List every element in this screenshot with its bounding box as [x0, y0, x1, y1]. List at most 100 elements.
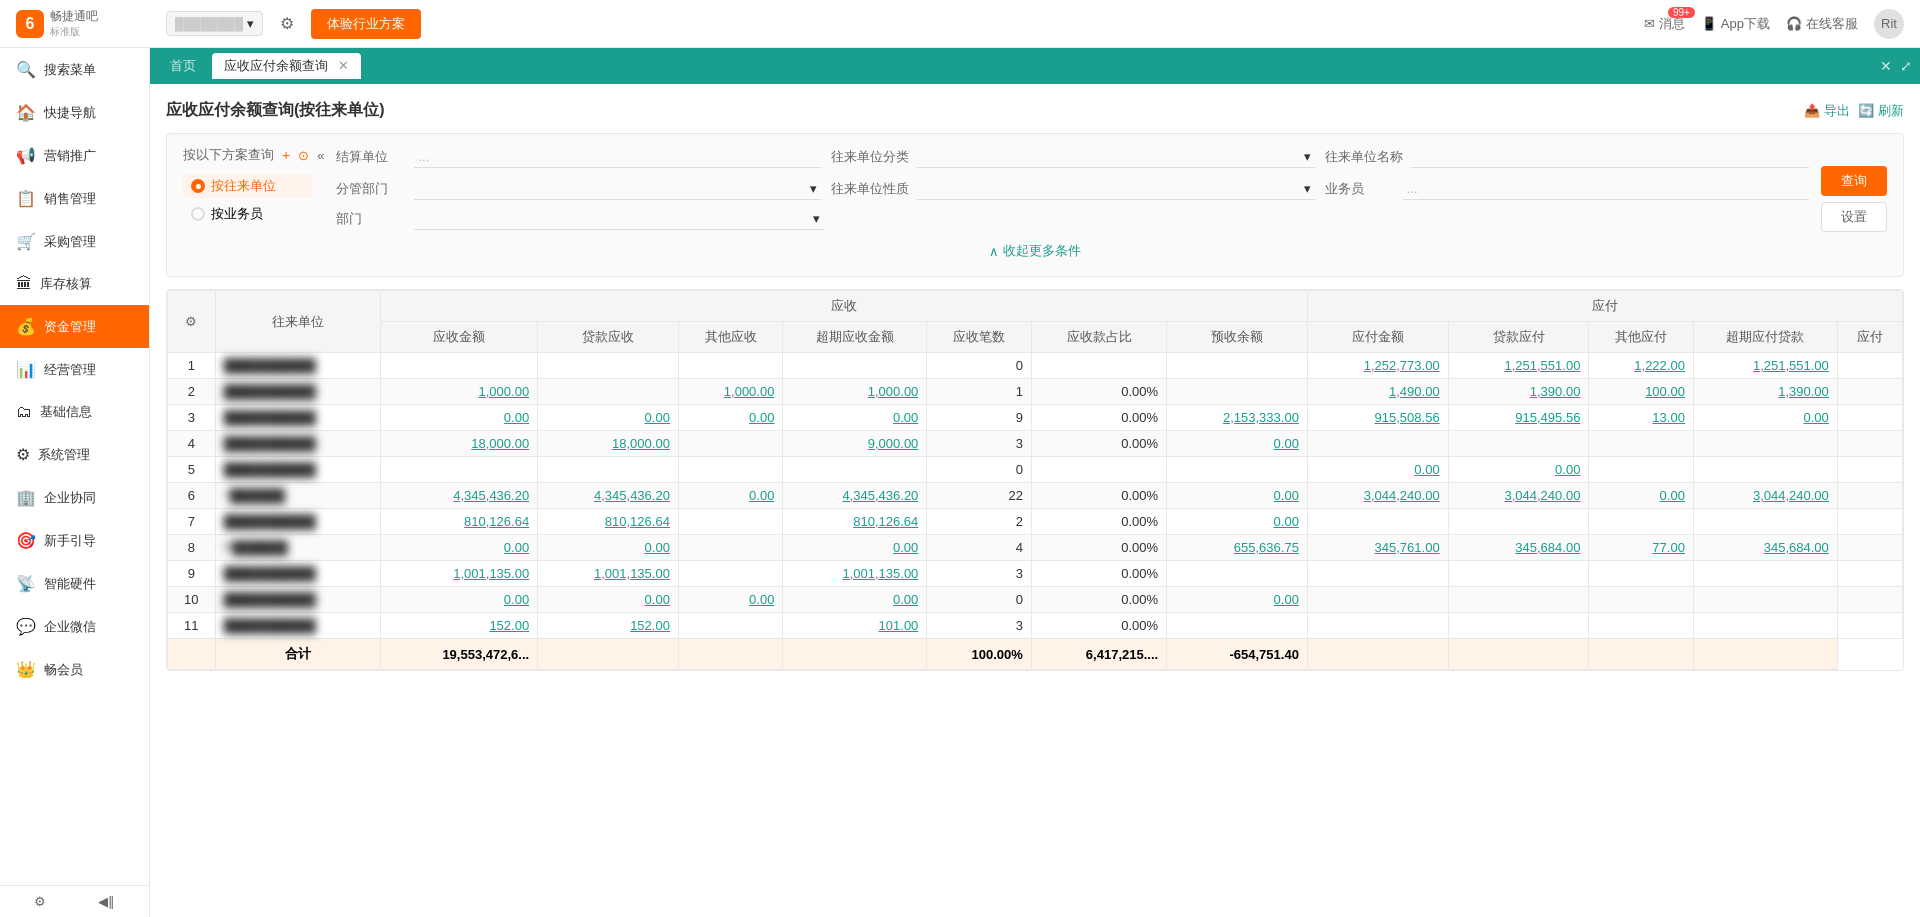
wechat-icon: 💬	[16, 617, 36, 636]
gear-icon[interactable]: ⚙	[271, 8, 303, 40]
filter-salesperson-input[interactable]: ...	[1403, 178, 1809, 200]
filter-unit-nature-select[interactable]: ▾	[917, 178, 1315, 200]
sidebar-item-operation[interactable]: 📊 经营管理	[0, 348, 149, 391]
logo-badge: 标准版	[50, 25, 98, 39]
filter-add-icon[interactable]: +	[282, 147, 290, 163]
window-expand-icon[interactable]: ⤢	[1900, 58, 1912, 74]
sidebar-item-basic[interactable]: 🗂 基础信息	[0, 391, 149, 433]
sidebar-label-finance: 资金管理	[44, 318, 96, 336]
logo-icon: 6	[16, 10, 44, 38]
footer-empty4	[783, 639, 927, 670]
sidebar-label-search-menu: 搜索菜单	[44, 61, 96, 79]
service-label: 在线客服	[1806, 15, 1858, 33]
unit-name-cell: ██████████	[215, 379, 380, 405]
col-prepay: 预收余额	[1167, 322, 1308, 353]
collapse-row: ∧ 收起更多条件	[183, 238, 1887, 264]
filter-header: 按以下方案查询 + ⊙ «	[183, 146, 324, 164]
filter-label-unit-nature: 往来单位性质	[831, 180, 909, 198]
guide-icon: 🎯	[16, 531, 36, 550]
filter-collapse-icon[interactable]: «	[317, 148, 324, 163]
sidebar-item-finance[interactable]: 💰 资金管理	[0, 305, 149, 348]
table-gear-icon[interactable]: ⚙	[176, 314, 207, 329]
filter-settlement-input[interactable]: ...	[414, 146, 820, 168]
set-button[interactable]: 设置	[1821, 202, 1887, 232]
sidebar-label-guide: 新手引导	[44, 532, 96, 550]
export-button[interactable]: 📤 导出	[1804, 102, 1850, 120]
sidebar-item-guide[interactable]: 🎯 新手引导	[0, 519, 149, 562]
footer-label: 合计	[215, 639, 380, 670]
basic-icon: 🗂	[16, 403, 32, 421]
table-row: 1██████████01,252,773.001,251,551.001,22…	[168, 353, 1903, 379]
filter-department-select[interactable]: ▾	[414, 208, 824, 230]
col-header-unit: 往来单位	[215, 291, 380, 353]
system-icon: ⚙	[16, 445, 30, 464]
logo-text: 畅捷通吧	[50, 8, 98, 25]
sidebar-label-purchase: 采购管理	[44, 233, 96, 251]
sidebar-item-sales[interactable]: 📋 销售管理	[0, 177, 149, 220]
unit-name-cell: ██████████	[215, 431, 380, 457]
sidebar-item-inventory[interactable]: 🏛 库存核算	[0, 263, 149, 305]
filter-row-unit-nature: 往来单位性质 ▾	[831, 178, 1315, 200]
footer-empty8	[1693, 639, 1837, 670]
sidebar-item-marketing[interactable]: 📢 营销推广	[0, 134, 149, 177]
app-download-button[interactable]: 📱 App下载	[1701, 15, 1770, 33]
filter-option-unit[interactable]: 按往来单位	[183, 174, 312, 198]
tab-ar-query[interactable]: 应收应付余额查询 ✕	[212, 53, 361, 79]
tab-home-label: 首页	[170, 58, 196, 73]
data-table: ⚙ 往来单位 应收 应付 应收金额 贷款应收 其他应收 超期应收金额 应收笔数 …	[167, 290, 1903, 670]
filter-settings-icon[interactable]: ⊙	[298, 148, 309, 163]
unit-name-cell: ██████████	[215, 509, 380, 535]
filter-row-department: 部门 ▾	[336, 208, 824, 230]
service-icon: 🎧	[1786, 16, 1802, 31]
filter-header-label: 按以下方案查询	[183, 146, 274, 164]
company-selector[interactable]: ████████ ▾	[166, 11, 263, 36]
solution-button[interactable]: 体验行业方案	[311, 9, 421, 39]
online-service-button[interactable]: 🎧 在线客服	[1786, 15, 1858, 33]
sidebar-item-purchase[interactable]: 🛒 采购管理	[0, 220, 149, 263]
sidebar-label-system: 系统管理	[38, 446, 90, 464]
refresh-button[interactable]: 🔄 刷新	[1858, 102, 1904, 120]
avatar[interactable]: Rit	[1874, 9, 1904, 39]
sidebar-settings-icon[interactable]: ⚙	[34, 894, 46, 909]
corp-icon: 🏢	[16, 488, 36, 507]
sidebar-item-member[interactable]: 👑 畅会员	[0, 648, 149, 691]
tab-home[interactable]: 首页	[158, 53, 208, 79]
page-actions: 📤 导出 🔄 刷新	[1804, 102, 1904, 120]
filter-label-settlement: 结算单位	[336, 148, 406, 166]
footer-empty3	[678, 639, 783, 670]
sidebar-item-system[interactable]: ⚙ 系统管理	[0, 433, 149, 476]
unit-name-cell: ██████████	[215, 561, 380, 587]
filter-dept-select[interactable]: ▾	[414, 178, 820, 200]
table-row: 2██████████1,000.001,000.001,000.0010.00…	[168, 379, 1903, 405]
sidebar-item-corp[interactable]: 🏢 企业协同	[0, 476, 149, 519]
col-ap-amount: 应付金额	[1307, 322, 1448, 353]
sidebar-item-wechat[interactable]: 💬 企业微信	[0, 605, 149, 648]
filter-label-dept: 分管部门	[336, 180, 406, 198]
quick-nav-icon: 🏠	[16, 103, 36, 122]
sidebar-item-search-menu[interactable]: 🔍 搜索菜单	[0, 48, 149, 91]
collapse-label: 收起更多条件	[1003, 242, 1081, 260]
company-name: ████████	[175, 17, 243, 31]
sidebar-item-quick-nav[interactable]: 🏠 快捷导航	[0, 91, 149, 134]
collapse-button[interactable]: ∧ 收起更多条件	[989, 242, 1081, 260]
header-right: ✉ 消息 99+ 📱 App下载 🎧 在线客服 Rit	[1644, 9, 1904, 39]
tab-close-icon[interactable]: ✕	[338, 58, 349, 73]
col-ar-other: 其他应收	[678, 322, 783, 353]
unit-name-cell: ██████████	[215, 587, 380, 613]
filter-unit-category-select[interactable]: ▾	[917, 146, 1315, 168]
table-row: 6^██████4,345,436.204,345,436.200.004,34…	[168, 483, 1903, 509]
window-close-icon[interactable]: ✕	[1880, 58, 1892, 74]
unit-name-cell: ██████████	[215, 613, 380, 639]
app-label: App下载	[1721, 15, 1770, 33]
user-name: Rit	[1881, 16, 1897, 31]
filter-unit-name-input[interactable]	[1411, 146, 1809, 168]
unit-name-cell: P██████	[215, 535, 380, 561]
sidebar: 🔍 搜索菜单 🏠 快捷导航 📢 营销推广 📋 销售管理 🛒 采购管理 🏛 库存核…	[0, 48, 150, 917]
sidebar-collapse-icon[interactable]: ◀‖	[98, 894, 115, 909]
filter-option-salesperson[interactable]: 按业务员	[183, 202, 312, 226]
sidebar-item-hardware[interactable]: 📡 智能硬件	[0, 562, 149, 605]
refresh-label: 刷新	[1878, 102, 1904, 120]
chevron-down-unit-nature-icon: ▾	[1304, 181, 1311, 196]
query-button[interactable]: 查询	[1821, 166, 1887, 196]
message-button[interactable]: ✉ 消息 99+	[1644, 15, 1685, 33]
